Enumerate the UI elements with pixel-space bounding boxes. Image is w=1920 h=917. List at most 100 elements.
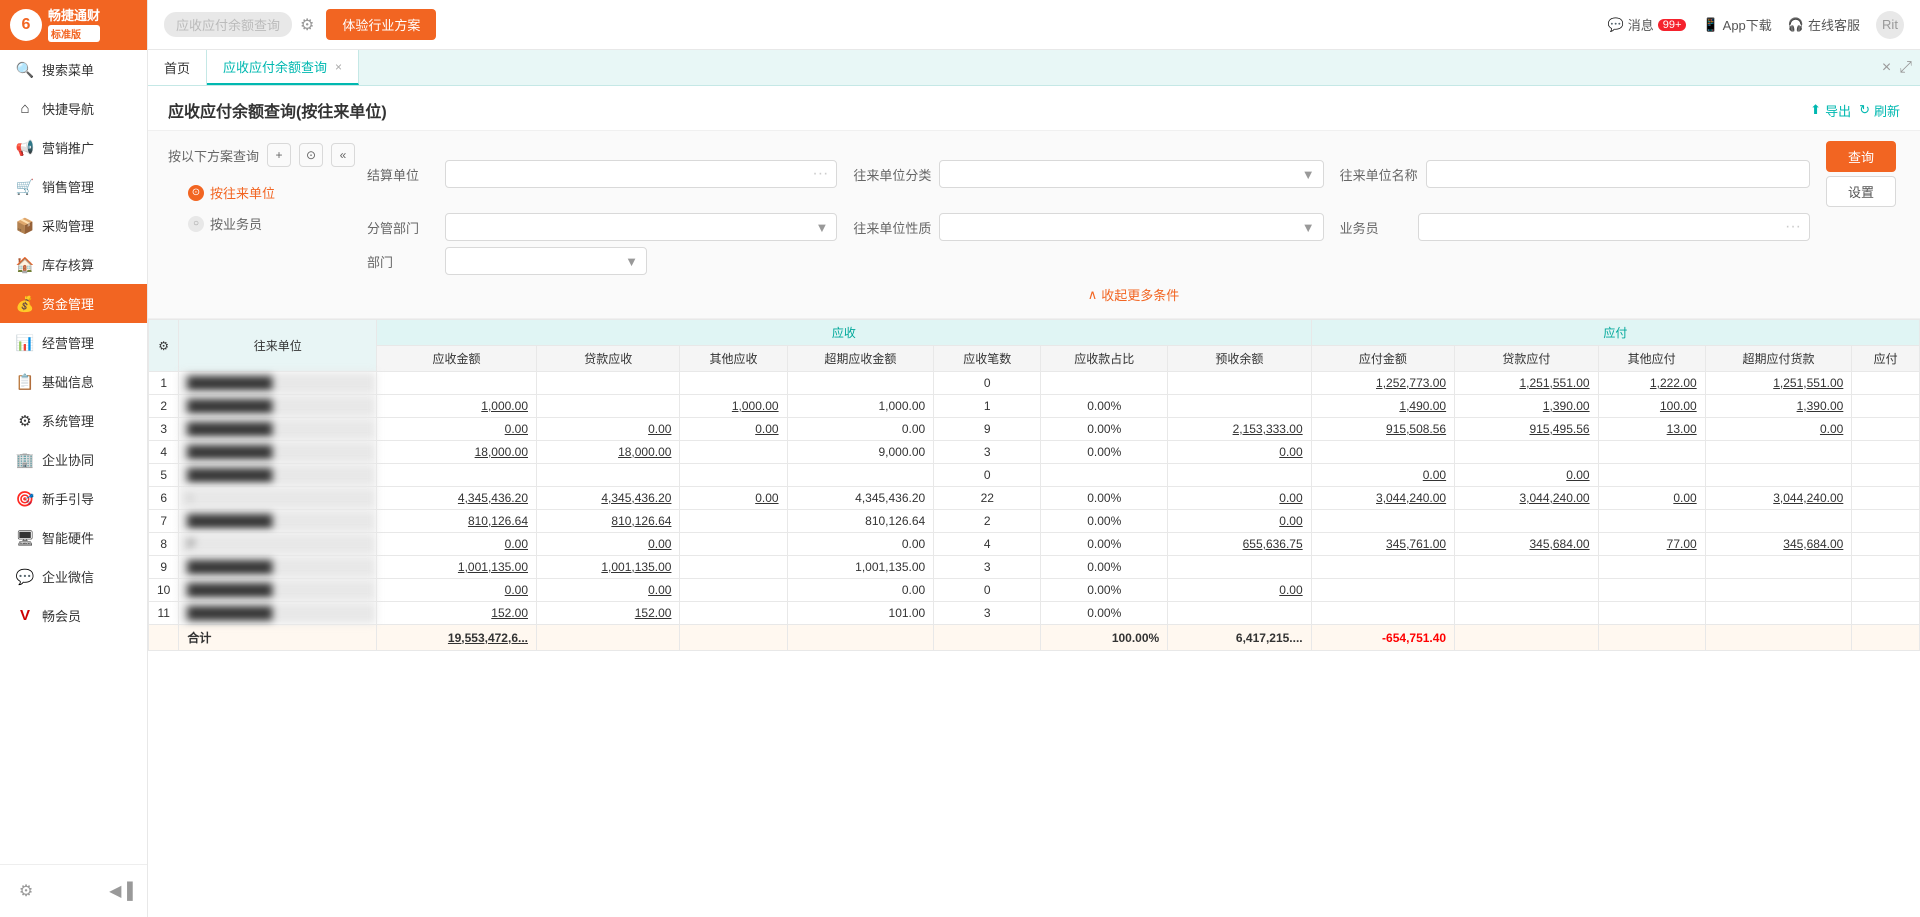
prepay-header: 预收余额: [1168, 346, 1311, 372]
filter-group-name: 往来单位名称: [1340, 160, 1810, 188]
page-header: 应收应付余额查询(按往来单位) ⬆ 导出 ↻ 刷新: [148, 86, 1920, 131]
select-partner-category[interactable]: ▼: [939, 160, 1323, 188]
sidebar-label-wechat: 企业微信: [42, 567, 94, 586]
sidebar-label-system: 系统管理: [42, 411, 94, 430]
top-header: 应收应付余额查询 ⚙ 体验行业方案 💬 消息 99+ 📱 App下载 🎧 在线客…: [148, 0, 1920, 50]
main-area: 应收应付余额查询 ⚙ 体验行业方案 💬 消息 99+ 📱 App下载 🎧 在线客…: [148, 0, 1920, 917]
sidebar-label-search: 搜索菜单: [42, 60, 94, 79]
sidebar-item-sales[interactable]: 🛒 销售管理: [0, 167, 147, 206]
sidebar-item-hardware[interactable]: 🖥 智能硬件: [0, 518, 147, 557]
input-salesperson[interactable]: ···: [1418, 213, 1810, 241]
sidebar-label-hardware: 智能硬件: [42, 528, 94, 547]
input-partner-name[interactable]: [1426, 160, 1810, 188]
app-icon: 📱: [1702, 17, 1718, 33]
filter-group-subdept: 部门 ▼: [367, 247, 647, 275]
enterprise-icon: 🏢: [16, 451, 34, 469]
ar-other-header: 其他应收: [680, 346, 787, 372]
sidebar-footer: ⚙ ◀▐: [0, 864, 147, 917]
dots-icon-2: ···: [1785, 218, 1801, 236]
ar-group-header: 应收: [377, 320, 1312, 346]
select-dept[interactable]: ▼: [445, 213, 837, 241]
hardware-icon: 🖥: [16, 529, 34, 547]
select-partner-nature[interactable]: ▼: [939, 213, 1323, 241]
tab-home-label: 首页: [164, 58, 190, 77]
sidebar-item-base[interactable]: 📋 基础信息: [0, 362, 147, 401]
logo-icon: 6: [10, 9, 42, 41]
filter-group-nature: 往来单位性质 ▼: [853, 213, 1323, 241]
service-icon: 🎧: [1788, 17, 1804, 33]
sidebar-label-purchase: 采购管理: [42, 216, 94, 235]
service-btn[interactable]: 🎧 在线客服: [1788, 15, 1860, 34]
collapse-label: 收起更多条件: [1101, 285, 1179, 304]
table-row: 3██████████0.000.000.000.0090.00%2,153,3…: [149, 418, 1920, 441]
sidebar-menu: 🔍 搜索菜单 ⌂ 快捷导航 📢 营销推广 🛒 销售管理 📦 采购管理 🏠 库存核…: [0, 50, 147, 864]
sidebar-label-inventory: 库存核算: [42, 255, 94, 274]
sidebar-item-purchase[interactable]: 📦 采购管理: [0, 206, 147, 245]
table-row: 11██████████152.00152.00101.0030.00%: [149, 602, 1920, 625]
ar-amount-header: 应收金额: [377, 346, 537, 372]
ap-tail-header: 应付: [1852, 346, 1920, 372]
partner-cell: ██████████: [179, 510, 377, 533]
sidebar-item-inventory[interactable]: 🏠 库存核算: [0, 245, 147, 284]
header-gear-icon[interactable]: ⚙: [300, 15, 314, 35]
input-settlement-unit[interactable]: ···: [445, 160, 837, 188]
select-subdept[interactable]: ▼: [445, 247, 647, 275]
partner-cell: ↑: [179, 487, 377, 510]
sidebar-item-marketing[interactable]: 📢 营销推广: [0, 128, 147, 167]
sidebar-settings-btn[interactable]: ⚙: [10, 875, 42, 907]
table-row: 10██████████0.000.000.0000.00%0.00: [149, 579, 1920, 602]
user-avatar[interactable]: Rit: [1876, 11, 1904, 39]
table-area[interactable]: ⚙ 往来单位 应收 应付 应收金额 贷款应收 其他应收 超期应收金额 应收笔数 …: [148, 319, 1920, 917]
app-label: App下载: [1723, 15, 1772, 34]
add-scheme-btn[interactable]: +: [267, 143, 291, 167]
filter-row-3: 部门 ▼: [367, 247, 1900, 275]
tab-close-btn[interactable]: ×: [1882, 59, 1891, 77]
sidebar-label-ops: 经营管理: [42, 333, 94, 352]
logo-name: 畅捷通财: [48, 8, 100, 24]
page-title: 应收应付余额查询(按往来单位): [168, 98, 387, 122]
tab-home[interactable]: 首页: [148, 50, 207, 85]
refresh-button[interactable]: ↻ 刷新: [1859, 101, 1900, 120]
sidebar-item-system[interactable]: ⚙ 系统管理: [0, 401, 147, 440]
edit-scheme-btn[interactable]: ⊙: [299, 143, 323, 167]
tab-arquery[interactable]: 应收应付余额查询 ×: [207, 50, 359, 85]
sidebar-item-member[interactable]: V 畅会员: [0, 596, 147, 635]
export-button[interactable]: ⬆ 导出: [1810, 101, 1851, 120]
sidebar-item-enterprise[interactable]: 🏢 企业协同: [0, 440, 147, 479]
tab-controls: × ⤢: [1874, 50, 1920, 85]
tab-close-icon[interactable]: ×: [335, 60, 342, 74]
sidebar-collapse-btn[interactable]: ◀▐: [105, 875, 137, 907]
sidebar-item-guide[interactable]: 🎯 新手引导: [0, 479, 147, 518]
footer-ar-total[interactable]: 19,553,472,6...: [377, 625, 537, 651]
arrow-icon-4: ▼: [625, 254, 638, 269]
filter-row-2: 分管部门 ▼ 往来单位性质 ▼: [367, 213, 1900, 241]
guide-icon: 🎯: [16, 490, 34, 508]
app-download-btn[interactable]: 📱 App下载: [1702, 15, 1771, 34]
arrow-icon-3: ▼: [1302, 220, 1315, 235]
sidebar-item-search[interactable]: 🔍 搜索菜单: [0, 50, 147, 89]
collapse-scheme-btn[interactable]: «: [331, 143, 355, 167]
settings-col-header[interactable]: ⚙: [149, 320, 179, 372]
sidebar-item-funds[interactable]: 💰 资金管理: [0, 284, 147, 323]
message-btn[interactable]: 💬 消息 99+: [1608, 15, 1687, 34]
export-label: 导出: [1825, 101, 1851, 120]
filter-fields: 结算单位 ··· 往来单位分类 ▼: [367, 141, 1900, 308]
industry-btn[interactable]: 体验行业方案: [326, 9, 436, 40]
sidebar-item-wechat[interactable]: 💬 企业微信: [0, 557, 147, 596]
tab-expand-btn[interactable]: ⤢: [1899, 59, 1912, 77]
set-button[interactable]: 设置: [1826, 176, 1896, 207]
scheme-by-partner[interactable]: ⊙ 按往来单位: [176, 177, 287, 208]
ap-other-header: 其他应付: [1598, 346, 1705, 372]
scheme-icon-active: ⊙: [188, 185, 204, 201]
label-settlement-unit: 结算单位: [367, 165, 437, 184]
label-salesperson: 业务员: [1340, 218, 1410, 237]
sidebar-item-quicknav[interactable]: ⌂ 快捷导航: [0, 89, 147, 128]
sidebar-label-funds: 资金管理: [42, 294, 94, 313]
wechat-icon: 💬: [16, 568, 34, 586]
query-button[interactable]: 查询: [1826, 141, 1896, 172]
ap-group-header: 应付: [1311, 320, 1919, 346]
scheme-by-salesperson[interactable]: ○ 按业务员: [176, 208, 287, 239]
collapse-btn[interactable]: ∧ 收起更多条件: [367, 281, 1900, 308]
label-partner-nature: 往来单位性质: [853, 218, 931, 237]
sidebar-item-ops[interactable]: 📊 经营管理: [0, 323, 147, 362]
